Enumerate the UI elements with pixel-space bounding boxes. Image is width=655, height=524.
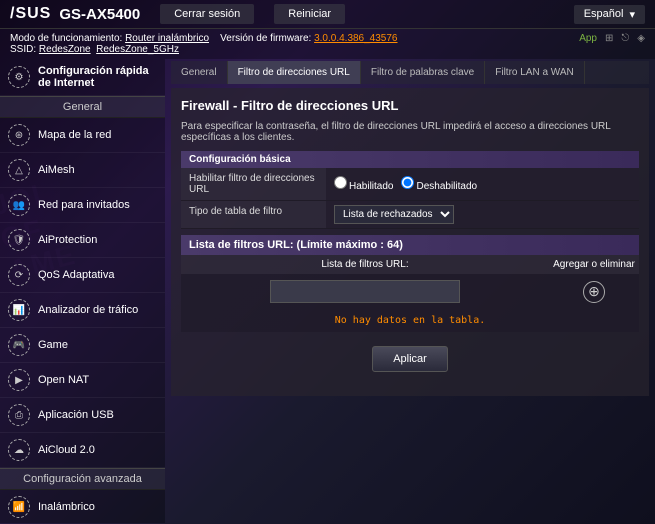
list-header: Lista de filtros URL: (Límite máximo : 6… — [181, 235, 639, 255]
nav-icon: 🛡 — [8, 229, 30, 251]
usb-icon[interactable]: ⎋ — [621, 33, 629, 44]
table-type-label: Tipo de tabla de filtro — [181, 201, 326, 228]
language-selector[interactable]: Español ▾ — [574, 5, 645, 24]
nav-inalámbrico[interactable]: 📶Inalámbrico — [0, 490, 165, 523]
nav-game[interactable]: 🎮Game — [0, 328, 165, 363]
radio-disabled[interactable]: Deshabilitado — [401, 176, 477, 192]
table-type-select[interactable]: Lista de rechazados — [334, 205, 454, 224]
nav-icon: 👥 — [8, 194, 30, 216]
content: General Filtro de direcciones URL Filtro… — [165, 59, 655, 523]
quick-setup[interactable]: ⚙ Configuración rápida de Internet — [0, 59, 165, 96]
col-action: Agregar o eliminar — [549, 259, 639, 270]
nav-icon: ⟳ — [8, 264, 30, 286]
nav-open-nat[interactable]: ▶Open NAT — [0, 363, 165, 398]
led-icon[interactable]: ◈ — [637, 33, 645, 44]
gear-icon: ⚙ — [8, 66, 30, 88]
page-title: Firewall - Filtro de direcciones URL — [181, 98, 639, 113]
mode-label: Modo de funcionamiento: — [10, 33, 122, 44]
nav-icon: 📊 — [8, 299, 30, 321]
logout-button[interactable]: Cerrar sesión — [160, 4, 254, 24]
tab-general[interactable]: General — [171, 61, 228, 84]
notif-icon[interactable]: ⊞ — [605, 33, 613, 44]
ssid1-link[interactable]: RedesZone — [39, 44, 91, 55]
nav-red-para-invitados[interactable]: 👥Red para invitados — [0, 188, 165, 223]
url-input[interactable] — [270, 280, 460, 303]
sub-header: Modo de funcionamiento: Router inalámbri… — [0, 29, 655, 59]
nav-icon: 🎮 — [8, 334, 30, 356]
nav-mapa-de-la-red[interactable]: ⊛Mapa de la red — [0, 118, 165, 153]
nav-icon: ⎙ — [8, 404, 30, 426]
add-button[interactable]: ⊕ — [583, 281, 605, 303]
tab-keyword-filter[interactable]: Filtro de palabras clave — [361, 61, 485, 84]
section-advanced: Configuración avanzada — [0, 468, 165, 490]
model-name: GS-AX5400 — [59, 6, 140, 23]
main-panel: Firewall - Filtro de direcciones URL Par… — [171, 88, 649, 396]
apply-button[interactable]: Aplicar — [372, 346, 448, 372]
section-general: General — [0, 96, 165, 118]
fw-link[interactable]: 3.0.0.4.386_43576 — [314, 33, 397, 44]
nav-icon: 📶 — [8, 496, 30, 518]
brand-logo: /SUS — [10, 5, 51, 23]
app-link[interactable]: App — [579, 33, 597, 44]
chevron-down-icon: ▾ — [629, 8, 635, 21]
fw-label: Versión de firmware: — [220, 33, 311, 44]
nav-aplicación-usb[interactable]: ⎙Aplicación USB — [0, 398, 165, 433]
nav-aiprotection[interactable]: 🛡AiProtection — [0, 223, 165, 258]
header-icons: App ⊞ ⎋ ◈ — [579, 33, 645, 44]
nav-icon: △ — [8, 159, 30, 181]
ssid-label: SSID: — [10, 44, 36, 55]
tab-url-filter[interactable]: Filtro de direcciones URL — [228, 61, 361, 84]
nav-icon: ▶ — [8, 369, 30, 391]
ssid2-link[interactable]: RedesZone_5GHz — [96, 44, 179, 55]
nav-analizador-de-tráfico[interactable]: 📊Analizador de tráfico — [0, 293, 165, 328]
reboot-button[interactable]: Reiniciar — [274, 4, 345, 24]
config-header: Configuración básica — [181, 151, 639, 168]
nav-icon: ☁ — [8, 439, 30, 461]
nav-aimesh[interactable]: △AiMesh — [0, 153, 165, 188]
top-header: /SUS GS-AX5400 Cerrar sesión Reiniciar E… — [0, 0, 655, 29]
sidebar: ⚙ Configuración rápida de Internet Gener… — [0, 59, 165, 523]
no-data-message: No hay datos en la tabla. — [181, 309, 639, 332]
mode-link[interactable]: Router inalámbrico — [125, 33, 209, 44]
page-desc: Para especificar la contraseña, el filtr… — [181, 121, 639, 143]
nav-icon: ⊛ — [8, 124, 30, 146]
tab-lan-wan[interactable]: Filtro LAN a WAN — [485, 61, 585, 84]
col-url: Lista de filtros URL: — [181, 259, 549, 270]
radio-enabled[interactable]: Habilitado — [334, 176, 393, 192]
nav-aicloud-2.0[interactable]: ☁AiCloud 2.0 — [0, 433, 165, 468]
nav-qos-adaptativa[interactable]: ⟳QoS Adaptativa — [0, 258, 165, 293]
tabs: General Filtro de direcciones URL Filtro… — [171, 61, 649, 84]
enable-label: Habilitar filtro de direcciones URL — [181, 168, 326, 200]
